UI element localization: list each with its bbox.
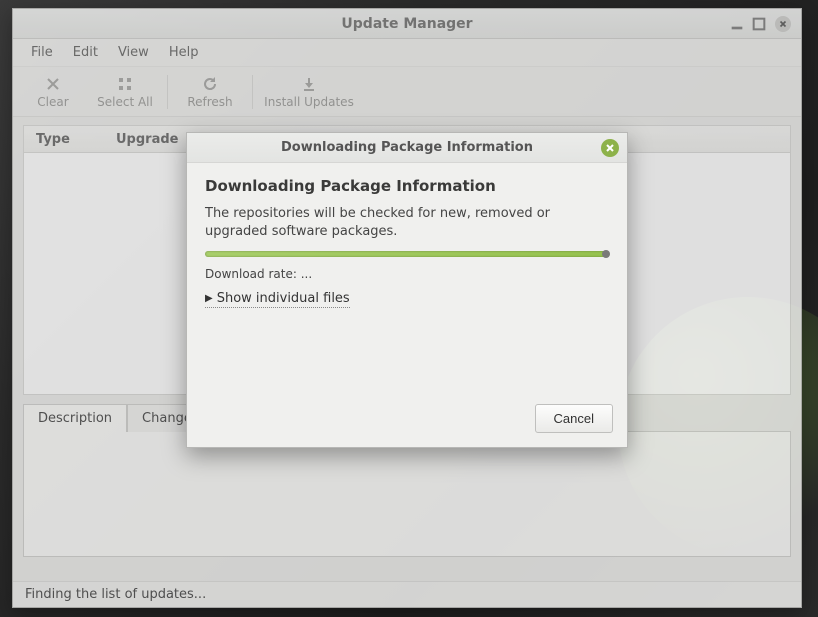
close-icon (605, 143, 615, 153)
clear-button[interactable]: Clear (17, 75, 89, 109)
clear-icon (44, 75, 62, 93)
download-dialog: Downloading Package Information Download… (186, 132, 628, 448)
cancel-button[interactable]: Cancel (535, 404, 613, 433)
menu-edit[interactable]: Edit (65, 41, 106, 64)
chevron-right-icon: ▶ (205, 293, 213, 304)
close-icon (778, 19, 788, 29)
maximize-button[interactable] (751, 16, 767, 32)
dialog-title: Downloading Package Information (281, 140, 533, 155)
expander-label: Show individual files (217, 291, 350, 306)
menu-file[interactable]: File (23, 41, 61, 64)
select-all-label: Select All (97, 95, 153, 109)
tab-panel (23, 431, 791, 557)
select-all-button[interactable]: Select All (89, 75, 161, 109)
menu-bar: File Edit View Help (13, 39, 801, 67)
minimize-button[interactable] (729, 16, 745, 32)
progress-bar (205, 251, 609, 257)
status-text: Finding the list of updates... (25, 587, 206, 602)
tab-description[interactable]: Description (23, 404, 127, 432)
progress-cap (602, 250, 610, 258)
toolbar-separator-2 (252, 75, 253, 109)
col-upgrade[interactable]: Upgrade (116, 132, 186, 147)
minimize-icon (729, 16, 745, 32)
select-all-icon (116, 75, 134, 93)
download-rate: Download rate: ... (205, 267, 609, 281)
install-updates-button[interactable]: Install Updates (259, 75, 359, 109)
refresh-icon (201, 75, 219, 93)
dialog-titlebar: Downloading Package Information (187, 133, 627, 163)
titlebar: Update Manager (13, 9, 801, 39)
refresh-button[interactable]: Refresh (174, 75, 246, 109)
status-bar: Finding the list of updates... (13, 581, 801, 607)
menu-help[interactable]: Help (161, 41, 207, 64)
dialog-body: Downloading Package Information The repo… (187, 163, 627, 394)
toolbar: Clear Select All Refresh Install Updates (13, 67, 801, 117)
dialog-heading: Downloading Package Information (205, 177, 609, 195)
refresh-label: Refresh (187, 95, 232, 109)
install-icon (300, 75, 318, 93)
show-individual-files-expander[interactable]: ▶ Show individual files (205, 291, 350, 308)
window-title: Update Manager (341, 16, 472, 32)
clear-label: Clear (37, 95, 68, 109)
dialog-actions: Cancel (187, 394, 627, 447)
menu-view[interactable]: View (110, 41, 157, 64)
toolbar-separator-1 (167, 75, 168, 109)
install-label: Install Updates (264, 95, 354, 109)
dialog-close-button[interactable] (601, 139, 619, 157)
dialog-message: The repositories will be checked for new… (205, 205, 609, 241)
col-type[interactable]: Type (36, 132, 86, 147)
window-close-button[interactable] (775, 16, 791, 32)
maximize-icon (751, 16, 767, 32)
